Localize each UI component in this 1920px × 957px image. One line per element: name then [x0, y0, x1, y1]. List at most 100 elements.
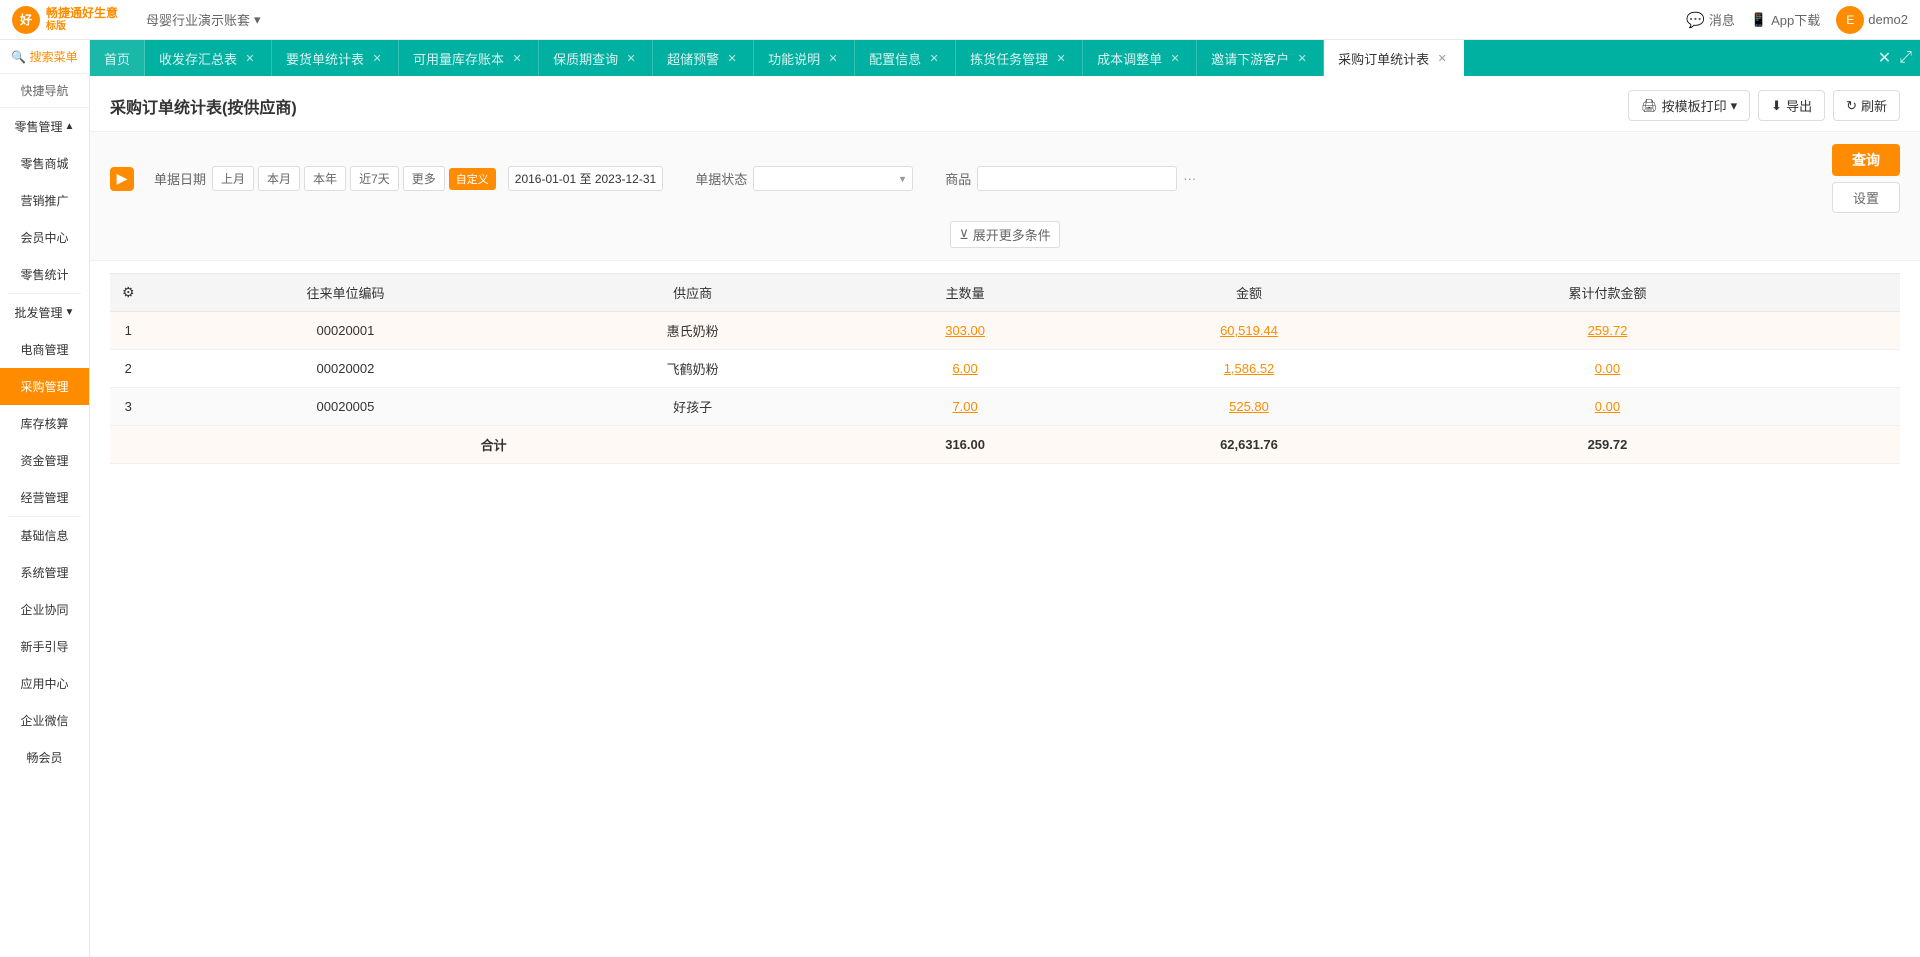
- user-area[interactable]: E demo2: [1836, 6, 1908, 34]
- tab-close-icon[interactable]: ✕: [370, 51, 384, 65]
- sidebar-item-label: 经营管理: [20, 489, 68, 506]
- tab-close-icon[interactable]: ✕: [1295, 51, 1309, 65]
- tab-close-icon[interactable]: ✕: [624, 51, 638, 65]
- sidebar-item-enterprise-wechat[interactable]: 企业微信: [0, 702, 89, 739]
- col-qty-header: 主数量: [841, 274, 1090, 312]
- print-button[interactable]: 🖨 按模板打印 ▾: [1628, 90, 1750, 121]
- sidebar-item-operations[interactable]: 经营管理: [0, 479, 89, 516]
- message-btn[interactable]: 💬 消息: [1686, 10, 1735, 29]
- tab-label: 成本调整单: [1097, 49, 1162, 68]
- sidebar-item-basics[interactable]: 基础信息: [0, 517, 89, 554]
- sidebar-item-label: 零售管理: [15, 118, 63, 135]
- tab-close-icon[interactable]: ✕: [927, 51, 941, 65]
- page-actions: 🖨 按模板打印 ▾ ⬇ 导出 ↻ 刷新: [1628, 90, 1900, 121]
- tab-expiry-query[interactable]: 保质期查询 ✕: [539, 40, 653, 76]
- sidebar-item-member-center[interactable]: 会员中心: [0, 219, 89, 256]
- paid-link[interactable]: 259.72: [1588, 323, 1628, 338]
- tab-goods-summary[interactable]: 要货单统计表 ✕: [272, 40, 399, 76]
- tab-bar: 首页 收发存汇总表 ✕ 要货单统计表 ✕ 可用量库存账本 ✕ 保质期查询 ✕: [90, 40, 1920, 76]
- date-btn-7days[interactable]: 近7天: [350, 166, 399, 191]
- expand-conditions-btn[interactable]: ⊻ 展开更多条件: [950, 221, 1060, 248]
- date-label: 单据日期: [154, 169, 206, 188]
- sidebar-item-marketing[interactable]: 营销推广: [0, 182, 89, 219]
- cell-qty: 303.00: [841, 312, 1090, 350]
- data-table: ⚙ 往来单位编码 供应商 主数量 金额 累计付款金额: [110, 273, 1900, 464]
- tab-close-icon[interactable]: ✕: [510, 51, 524, 65]
- sidebar-item-retail-mall[interactable]: 零售商城: [0, 145, 89, 182]
- sidebar-item-app-center[interactable]: 应用中心: [0, 665, 89, 702]
- collapse-arrow[interactable]: ▶: [110, 167, 134, 191]
- paid-link[interactable]: 0.00: [1595, 399, 1620, 414]
- date-btn-custom[interactable]: 自定义: [449, 168, 496, 190]
- workspace-selector[interactable]: 母婴行业演示账套 ▾: [146, 10, 261, 29]
- refresh-button[interactable]: ↻ 刷新: [1833, 90, 1900, 121]
- tab-close-icon[interactable]: ✕: [826, 51, 840, 65]
- app-download-btn[interactable]: 📱 App下载: [1751, 10, 1820, 29]
- tab-config-info[interactable]: 配置信息 ✕: [855, 40, 956, 76]
- amount-link[interactable]: 60,519.44: [1220, 323, 1278, 338]
- tab-cost-adjust[interactable]: 成本调整单 ✕: [1083, 40, 1197, 76]
- tab-invite-downstream[interactable]: 邀请下游客户 ✕: [1197, 40, 1324, 76]
- tab-pick-task[interactable]: 拣货任务管理 ✕: [956, 40, 1083, 76]
- sidebar-item-new-guide[interactable]: 新手引导: [0, 628, 89, 665]
- sidebar-item-system[interactable]: 系统管理: [0, 554, 89, 591]
- tab-available-inventory[interactable]: 可用量库存账本 ✕: [399, 40, 539, 76]
- sidebar-quick-nav[interactable]: 快捷导航: [0, 74, 89, 108]
- goods-input[interactable]: [977, 166, 1177, 191]
- close-tab-icon[interactable]: ✕: [1878, 48, 1891, 68]
- date-btn-this-year[interactable]: 本年: [304, 166, 346, 191]
- qty-link[interactable]: 6.00: [952, 361, 977, 376]
- paid-link[interactable]: 0.00: [1595, 361, 1620, 376]
- tab-overstock-warning[interactable]: 超储预警 ✕: [653, 40, 754, 76]
- tab-label: 拣货任务管理: [970, 49, 1048, 68]
- export-icon: ⬇: [1771, 98, 1782, 114]
- sidebar-item-label: 批发管理: [15, 304, 63, 321]
- sidebar-item-retail-stats[interactable]: 零售统计: [0, 256, 89, 293]
- arrow-icon: ▼: [65, 307, 75, 318]
- tab-close-icon[interactable]: ✕: [243, 51, 257, 65]
- date-btn-this-month[interactable]: 本月: [258, 166, 300, 191]
- qty-link[interactable]: 7.00: [952, 399, 977, 414]
- page-content: 采购订单统计表(按供应商) 🖨 按模板打印 ▾ ⬇ 导出 ↻: [90, 76, 1920, 957]
- query-btn-area: 查询 设置: [1832, 144, 1900, 213]
- footer-empty: [110, 426, 147, 464]
- sidebar-item-purchase[interactable]: 采购管理: [0, 368, 89, 405]
- cell-code: 00020001: [147, 312, 545, 350]
- sidebar-search[interactable]: 🔍 搜索菜单: [0, 40, 89, 74]
- sidebar-item-finance[interactable]: 资金管理: [0, 442, 89, 479]
- sidebar-item-inventory[interactable]: 库存核算: [0, 405, 89, 442]
- export-button[interactable]: ⬇ 导出: [1758, 90, 1825, 121]
- qty-link[interactable]: 303.00: [945, 323, 985, 338]
- settings-button[interactable]: 设置: [1832, 182, 1900, 213]
- tab-close-icon[interactable]: ✕: [1435, 51, 1449, 65]
- status-select[interactable]: [753, 166, 913, 191]
- tab-close-icon[interactable]: ✕: [1054, 51, 1068, 65]
- tab-receive-summary[interactable]: 收发存汇总表 ✕: [145, 40, 272, 76]
- cell-extra: [1806, 350, 1900, 388]
- amount-link[interactable]: 1,586.52: [1224, 361, 1275, 376]
- tab-label: 邀请下游客户: [1211, 49, 1289, 68]
- cell-paid: 0.00: [1409, 388, 1807, 426]
- footer-paid: 259.72: [1409, 426, 1807, 464]
- table-row: 1 00020001 惠氏奶粉 303.00 60,519.44 259.72: [110, 312, 1900, 350]
- tab-function-desc[interactable]: 功能说明 ✕: [754, 40, 855, 76]
- query-button[interactable]: 查询: [1832, 144, 1900, 176]
- tab-close-icon[interactable]: ✕: [725, 51, 739, 65]
- date-btn-more[interactable]: 更多: [403, 166, 445, 191]
- amount-link[interactable]: 525.80: [1229, 399, 1269, 414]
- restore-tab-icon[interactable]: ⤢: [1899, 49, 1912, 67]
- date-btn-last-month[interactable]: 上月: [212, 166, 254, 191]
- tab-home[interactable]: 首页: [90, 40, 145, 76]
- tab-label: 可用量库存账本: [413, 49, 504, 68]
- sidebar-item-enterprise[interactable]: 企业协同: [0, 591, 89, 628]
- sidebar-item-wholesale[interactable]: 批发管理 ▼: [0, 294, 89, 331]
- settings-icon[interactable]: ⚙: [122, 284, 135, 300]
- sidebar-item-ecommerce[interactable]: 电商管理: [0, 331, 89, 368]
- tab-close-icon[interactable]: ✕: [1168, 51, 1182, 65]
- goods-more-icon[interactable]: ···: [1183, 171, 1196, 186]
- sidebar-item-retail-management[interactable]: 零售管理 ▲: [0, 108, 89, 145]
- tab-purchase-summary[interactable]: 采购订单统计表 ✕: [1324, 40, 1464, 76]
- table-row: 3 00020005 好孩子 7.00 525.80 0.00: [110, 388, 1900, 426]
- app-container: 好 畅捷通好生意 标版 母婴行业演示账套 ▾ 💬 消息 📱 App下载 E: [0, 0, 1920, 957]
- sidebar-item-member[interactable]: 畅会员: [0, 739, 89, 776]
